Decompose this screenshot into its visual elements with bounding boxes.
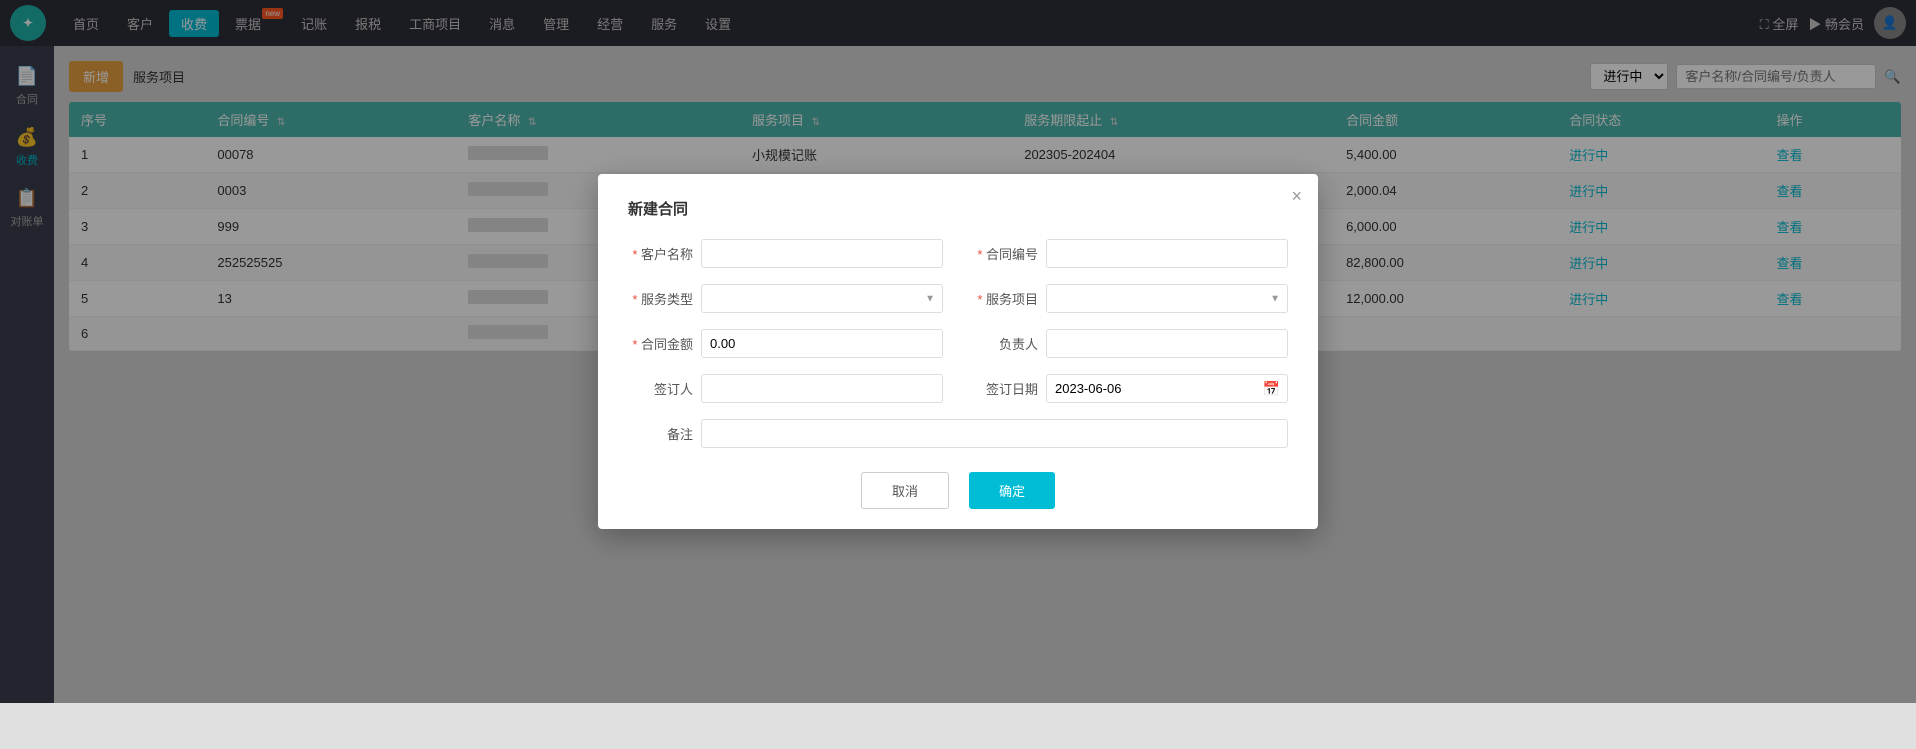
service-type-select-wrapper: ▼ xyxy=(701,284,943,313)
create-contract-modal: 新建合同 × 客户名称 合同编号 服务类型 ▼ xyxy=(598,174,1318,529)
service-item-select-wrapper: ▼ xyxy=(1046,284,1288,313)
contract-no-label: 合同编号 xyxy=(973,244,1038,263)
form-row-service-item: 服务项目 ▼ xyxy=(973,284,1288,313)
sign-date-wrapper: 📅 xyxy=(1046,374,1288,403)
confirm-button[interactable]: 确定 xyxy=(969,472,1055,509)
form-row-note: 备注 xyxy=(628,419,1288,448)
note-input[interactable] xyxy=(701,419,1288,448)
amount-input[interactable] xyxy=(701,329,943,358)
modal-overlay: 新建合同 × 客户名称 合同编号 服务类型 ▼ xyxy=(0,0,1916,703)
modal-title: 新建合同 xyxy=(628,198,1288,219)
form-row-contract-no: 合同编号 xyxy=(973,239,1288,268)
service-type-label: 服务类型 xyxy=(628,289,693,308)
form-row-service-type: 服务类型 ▼ xyxy=(628,284,943,313)
note-label: 备注 xyxy=(628,424,693,443)
calendar-icon[interactable]: 📅 xyxy=(1263,380,1280,397)
form-row-sign-date: 签订日期 📅 xyxy=(973,374,1288,403)
sign-date-label: 签订日期 xyxy=(973,379,1038,398)
form-row-client: 客户名称 xyxy=(628,239,943,268)
client-name-label: 客户名称 xyxy=(628,244,693,263)
service-item-label: 服务项目 xyxy=(973,289,1038,308)
amount-label: 合同金额 xyxy=(628,334,693,353)
service-item-select[interactable] xyxy=(1046,284,1288,313)
contract-no-input[interactable] xyxy=(1046,239,1288,268)
modal-footer: 取消 确定 xyxy=(628,472,1288,509)
form-row-responsible: 负责人 xyxy=(973,329,1288,358)
cancel-button[interactable]: 取消 xyxy=(861,472,949,509)
responsible-input[interactable] xyxy=(1046,329,1288,358)
form-row-signer: 签订人 xyxy=(628,374,943,403)
responsible-label: 负责人 xyxy=(973,334,1038,353)
service-type-select[interactable] xyxy=(701,284,943,313)
modal-close-button[interactable]: × xyxy=(1291,186,1302,207)
sign-date-input[interactable] xyxy=(1046,374,1288,403)
client-name-input[interactable] xyxy=(701,239,943,268)
form-row-amount: 合同金额 xyxy=(628,329,943,358)
modal-form: 客户名称 合同编号 服务类型 ▼ 服务项目 xyxy=(628,239,1288,448)
signer-input[interactable] xyxy=(701,374,943,403)
signer-label: 签订人 xyxy=(628,379,693,398)
